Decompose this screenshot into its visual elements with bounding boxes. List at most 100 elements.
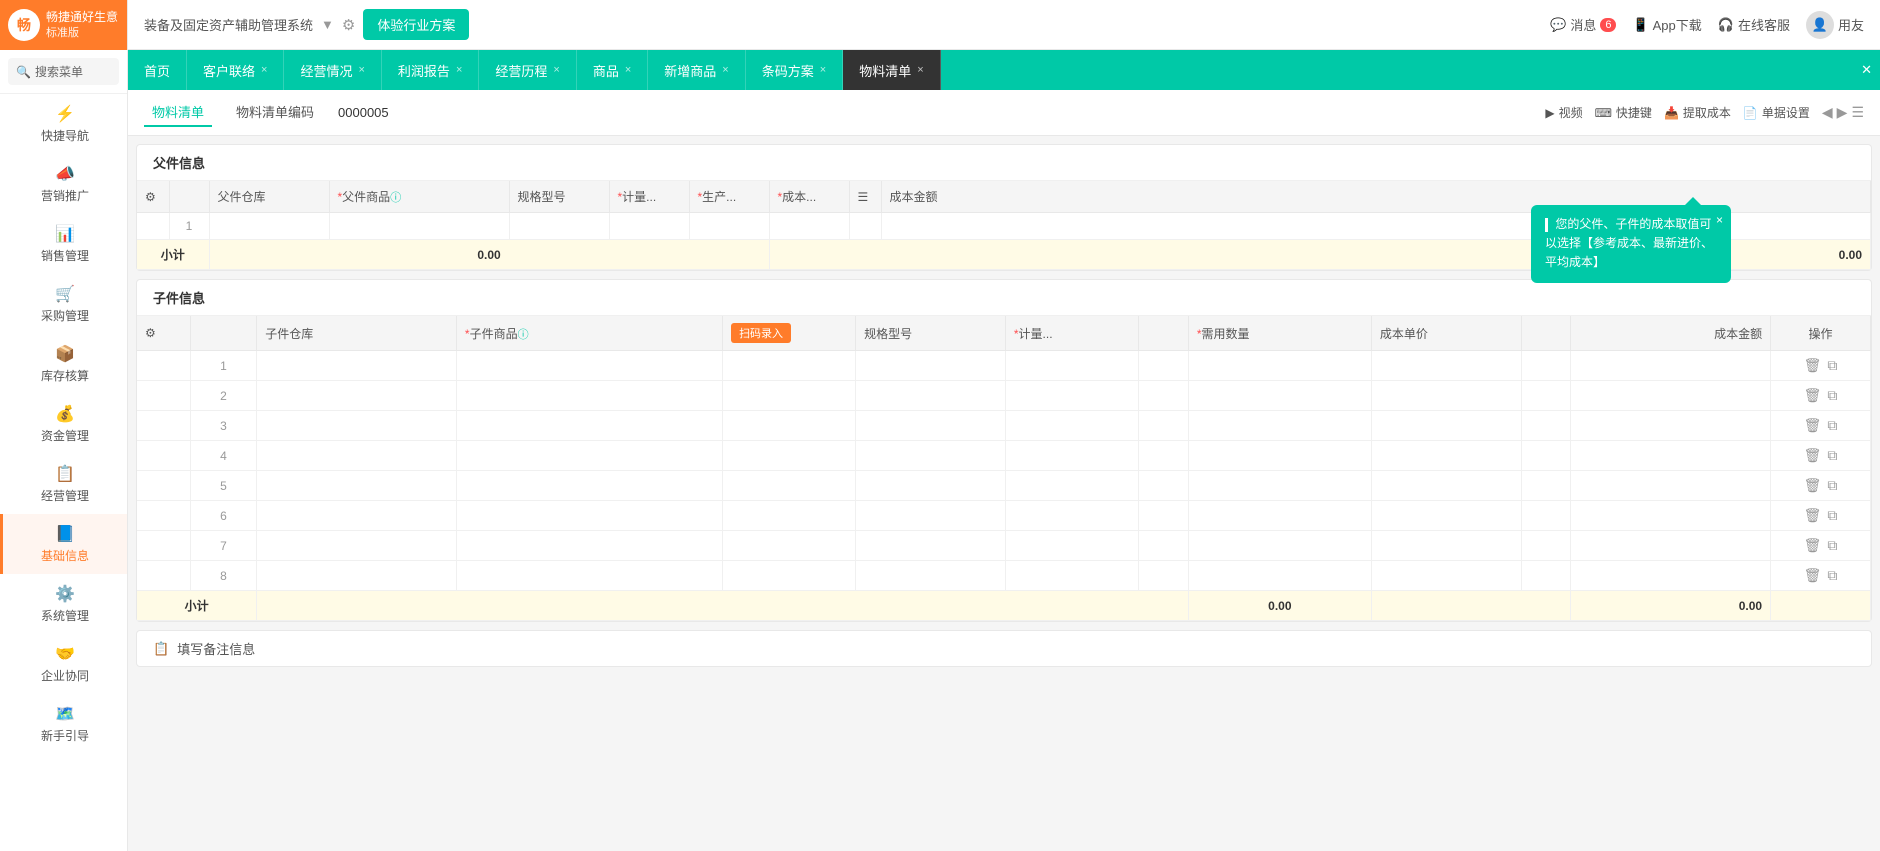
sidebar-item-quick-nav[interactable]: ⚡ 快捷导航: [0, 94, 127, 154]
child-row-product-1[interactable]: [456, 351, 722, 381]
parent-row-warehouse[interactable]: [209, 213, 329, 240]
child-row-qty-4[interactable]: [1188, 441, 1371, 471]
child-row-unit-price-6[interactable]: [1371, 501, 1521, 531]
app-download-button[interactable]: 📱 App下载: [1632, 15, 1701, 34]
child-row-unit-2[interactable]: [1005, 381, 1138, 411]
delete-icon-5[interactable]: 🗑: [1804, 477, 1822, 494]
copy-icon-4[interactable]: ⧉: [1827, 447, 1837, 464]
nav-left-icon[interactable]: ◀: [1822, 104, 1833, 121]
sub-tab-bom-list[interactable]: 物料清单: [144, 98, 212, 127]
settings-icon[interactable]: ⚙: [342, 16, 355, 34]
child-row-unit-price-4[interactable]: [1371, 441, 1521, 471]
close-barcode-tab[interactable]: ×: [820, 64, 826, 76]
child-row-qty-3[interactable]: [1188, 411, 1371, 441]
child-row-spec-6[interactable]: [856, 501, 1006, 531]
close-all-tabs[interactable]: ✕: [1853, 62, 1880, 78]
tab-home[interactable]: 首页: [128, 50, 187, 90]
copy-icon-2[interactable]: ⧉: [1827, 387, 1837, 404]
close-customer-tab[interactable]: ×: [261, 64, 267, 76]
child-row-unit-3[interactable]: [1005, 411, 1138, 441]
child-row-qty-6[interactable]: [1188, 501, 1371, 531]
child-row-product-6[interactable]: [456, 501, 722, 531]
child-row-unit-1[interactable]: [1005, 351, 1138, 381]
extract-cost-button[interactable]: 📥 提取成本: [1664, 104, 1731, 121]
parent-row-spec[interactable]: [509, 213, 609, 240]
search-menu-button[interactable]: 🔍 搜索菜单: [8, 58, 119, 85]
delete-icon-7[interactable]: 🗑: [1804, 537, 1822, 554]
child-row-qty-5[interactable]: [1188, 471, 1371, 501]
parent-row-cost[interactable]: [769, 213, 849, 240]
parent-col-gear[interactable]: ⚙: [137, 181, 169, 213]
shortcuts-button[interactable]: ⌨ 快捷键: [1595, 104, 1652, 121]
child-row-unit-7[interactable]: [1005, 531, 1138, 561]
close-new-product-tab[interactable]: ×: [722, 64, 728, 76]
tab-customer[interactable]: 客户联络 ×: [187, 50, 284, 90]
tab-profit[interactable]: 利润报告 ×: [382, 50, 479, 90]
child-row-warehouse-1[interactable]: [257, 351, 457, 381]
delete-icon-2[interactable]: 🗑: [1804, 387, 1822, 404]
sidebar-item-system[interactable]: ⚙️ 系统管理: [0, 574, 127, 634]
delete-icon-3[interactable]: 🗑: [1804, 417, 1822, 434]
nav-right-icon[interactable]: ▶: [1837, 104, 1848, 121]
view-button[interactable]: ▶ 视频: [1545, 104, 1582, 121]
copy-icon-7[interactable]: ⧉: [1827, 537, 1837, 554]
sub-tab-bom-code[interactable]: 物料清单编码: [228, 98, 322, 127]
child-row-product-5[interactable]: [456, 471, 722, 501]
child-row-unit-8[interactable]: [1005, 561, 1138, 591]
copy-icon-8[interactable]: ⧉: [1827, 567, 1837, 584]
child-row-spec-2[interactable]: [856, 381, 1006, 411]
grid-icon[interactable]: ☰: [1851, 104, 1864, 121]
child-row-spec-1[interactable]: [856, 351, 1006, 381]
sidebar-item-sales[interactable]: 📊 销售管理: [0, 214, 127, 274]
close-product-tab[interactable]: ×: [625, 64, 631, 76]
close-profit-tab[interactable]: ×: [456, 64, 462, 76]
child-row-unit-price-1[interactable]: [1371, 351, 1521, 381]
close-history-tab[interactable]: ×: [553, 64, 559, 76]
delete-icon-6[interactable]: 🗑: [1804, 507, 1822, 524]
child-row-spec-4[interactable]: [856, 441, 1006, 471]
try-button[interactable]: 体验行业方案: [363, 9, 469, 40]
child-row-unit-price-8[interactable]: [1371, 561, 1521, 591]
sidebar-item-inventory[interactable]: 📦 库存核算: [0, 334, 127, 394]
child-row-product-3[interactable]: [456, 411, 722, 441]
sidebar-item-basic-info[interactable]: 📘 基础信息: [0, 514, 127, 574]
child-row-product-8[interactable]: [456, 561, 722, 591]
child-row-spec-3[interactable]: [856, 411, 1006, 441]
sidebar-item-guide[interactable]: 🗺️ 新手引导: [0, 694, 127, 754]
tab-history[interactable]: 经营历程 ×: [479, 50, 576, 90]
child-col-gear[interactable]: ⚙: [137, 316, 190, 351]
child-row-warehouse-6[interactable]: [257, 501, 457, 531]
child-row-qty-1[interactable]: [1188, 351, 1371, 381]
child-row-warehouse-5[interactable]: [257, 471, 457, 501]
message-button[interactable]: 💬 消息 6: [1550, 15, 1616, 34]
child-row-qty-2[interactable]: [1188, 381, 1371, 411]
single-settings-button[interactable]: 📄 单据设置: [1743, 104, 1810, 121]
child-row-qty-8[interactable]: [1188, 561, 1371, 591]
copy-icon-1[interactable]: ⧉: [1827, 357, 1837, 374]
child-row-unit-4[interactable]: [1005, 441, 1138, 471]
tooltip-close-button[interactable]: ×: [1716, 211, 1723, 230]
child-row-unit-price-2[interactable]: [1371, 381, 1521, 411]
child-row-unit-6[interactable]: [1005, 501, 1138, 531]
child-row-unit-price-7[interactable]: [1371, 531, 1521, 561]
sidebar-item-business[interactable]: 📋 经营管理: [0, 454, 127, 514]
scan-input-button[interactable]: 扫码录入: [731, 323, 791, 343]
child-col-scan[interactable]: 扫码录入: [723, 316, 856, 351]
child-row-product-2[interactable]: [456, 381, 722, 411]
tab-product[interactable]: 商品 ×: [577, 50, 648, 90]
tab-new-product[interactable]: 新增商品 ×: [648, 50, 745, 90]
sidebar-item-enterprise[interactable]: 🤝 企业协同: [0, 634, 127, 694]
child-row-unit-price-3[interactable]: [1371, 411, 1521, 441]
child-row-product-4[interactable]: [456, 441, 722, 471]
child-row-spec-7[interactable]: [856, 531, 1006, 561]
child-row-unit-5[interactable]: [1005, 471, 1138, 501]
child-row-spec-5[interactable]: [856, 471, 1006, 501]
close-operation-tab[interactable]: ×: [358, 64, 364, 76]
close-bom-tab[interactable]: ×: [917, 64, 923, 76]
child-row-spec-8[interactable]: [856, 561, 1006, 591]
child-row-warehouse-3[interactable]: [257, 411, 457, 441]
parent-row-product[interactable]: [329, 213, 509, 240]
tab-operation[interactable]: 经营情况 ×: [284, 50, 381, 90]
copy-icon-5[interactable]: ⧉: [1827, 477, 1837, 494]
tab-bom[interactable]: 物料清单 ×: [843, 50, 940, 90]
